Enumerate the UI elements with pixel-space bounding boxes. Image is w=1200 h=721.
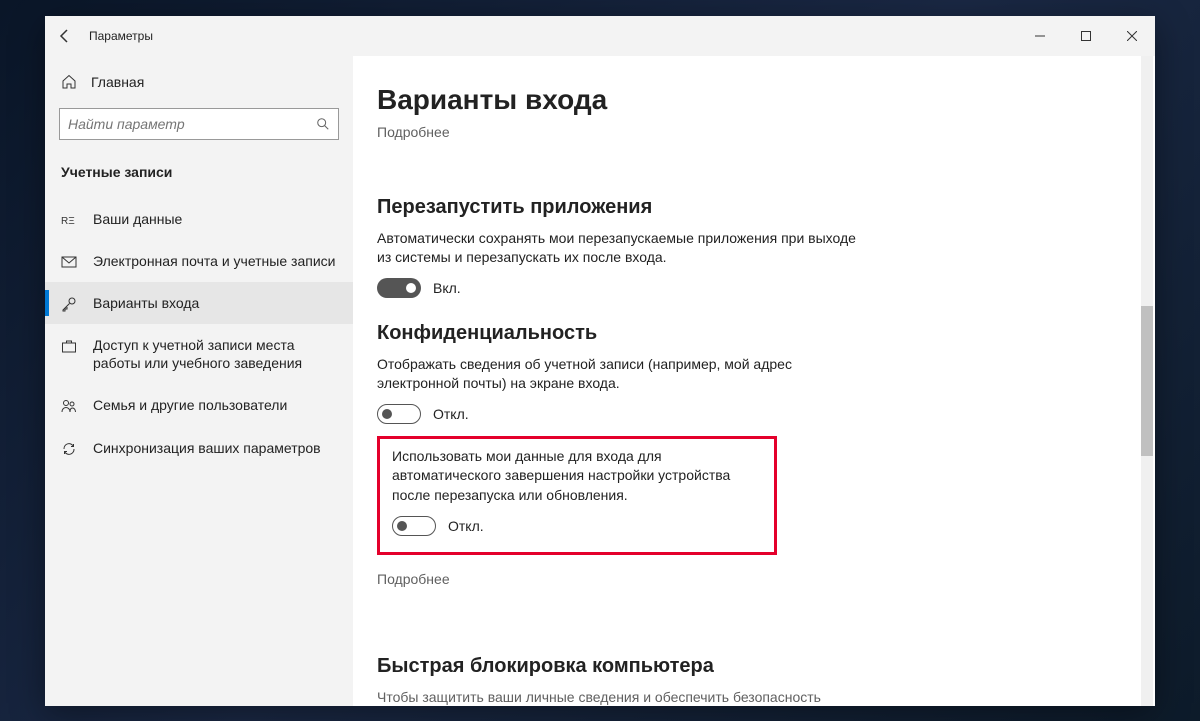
scrollbar[interactable] [1141, 56, 1153, 706]
sidebar-section-label: Учетные записи [45, 154, 353, 198]
briefcase-icon [61, 338, 77, 354]
search-icon [316, 117, 330, 131]
titlebar: Параметры [45, 16, 1155, 56]
window-title: Параметры [89, 29, 153, 43]
close-icon [1127, 31, 1137, 41]
sync-icon [61, 441, 77, 457]
sidebar-item-family[interactable]: Семья и другие пользователи [45, 384, 353, 426]
learn-more-link-top[interactable]: Подробнее [377, 124, 450, 140]
envelope-icon [61, 254, 77, 270]
maximize-icon [1081, 31, 1091, 41]
sidebar-item-label: Электронная почта и учетные записи [93, 252, 335, 270]
settings-window: Параметры Главная [45, 16, 1155, 706]
restart-apps-toggle-state: Вкл. [433, 280, 461, 296]
sidebar-item-email[interactable]: Электронная почта и учетные записи [45, 240, 353, 282]
restart-apps-heading: Перезапустить приложения [377, 196, 1115, 219]
show-account-info-toggle[interactable] [377, 404, 421, 424]
back-button[interactable] [45, 16, 85, 56]
use-signin-info-toggle[interactable] [392, 516, 436, 536]
search-input-wrap[interactable] [59, 108, 339, 140]
scrollbar-thumb[interactable] [1141, 306, 1153, 456]
sidebar-item-label: Доступ к учетной записи места работы или… [93, 336, 337, 372]
people-icon [61, 398, 77, 414]
maximize-button[interactable] [1063, 16, 1109, 56]
arrow-left-icon [57, 28, 73, 44]
sidebar: Главная Учетные записи RΞ Ваши данные Эл… [45, 56, 353, 706]
highlighted-setting: Использовать мои данные для входа для ав… [377, 436, 777, 555]
lock-desc: Чтобы защитить ваши личные сведения и об… [377, 688, 857, 706]
privacy-desc-1: Отображать сведения об учетной записи (н… [377, 355, 857, 394]
sidebar-item-label: Синхронизация ваших параметров [93, 439, 321, 457]
page-title: Варианты входа [377, 84, 1115, 116]
sidebar-item-label: Семья и другие пользователи [93, 396, 287, 414]
sidebar-item-sync[interactable]: Синхронизация ваших параметров [45, 427, 353, 469]
restart-apps-desc: Автоматически сохранять мои перезапускае… [377, 229, 857, 268]
minimize-icon [1035, 31, 1045, 41]
privacy-desc-2: Использовать мои данные для входа для ав… [392, 447, 762, 506]
key-icon [61, 296, 77, 312]
content-area: Варианты входа Подробнее Перезапустить п… [353, 56, 1155, 706]
show-account-info-toggle-state: Откл. [433, 406, 469, 422]
learn-more-link-privacy[interactable]: Подробнее [377, 571, 450, 587]
sidebar-item-your-info[interactable]: RΞ Ваши данные [45, 198, 353, 240]
window-controls [1017, 16, 1155, 56]
sidebar-item-signin-options[interactable]: Варианты входа [45, 282, 353, 324]
user-info-icon: RΞ [61, 212, 77, 228]
close-button[interactable] [1109, 16, 1155, 56]
home-link[interactable]: Главная [45, 62, 353, 102]
sidebar-item-work-access[interactable]: Доступ к учетной записи места работы или… [45, 324, 353, 384]
privacy-heading: Конфиденциальность [377, 322, 1115, 345]
restart-apps-toggle[interactable] [377, 278, 421, 298]
svg-text:RΞ: RΞ [61, 216, 75, 227]
minimize-button[interactable] [1017, 16, 1063, 56]
home-icon [61, 74, 77, 90]
sidebar-item-label: Ваши данные [93, 210, 182, 228]
home-label: Главная [91, 74, 144, 90]
use-signin-info-toggle-state: Откл. [448, 518, 484, 534]
lock-heading: Быстрая блокировка компьютера [377, 655, 1115, 678]
search-input[interactable] [68, 116, 316, 132]
sidebar-item-label: Варианты входа [93, 294, 199, 312]
